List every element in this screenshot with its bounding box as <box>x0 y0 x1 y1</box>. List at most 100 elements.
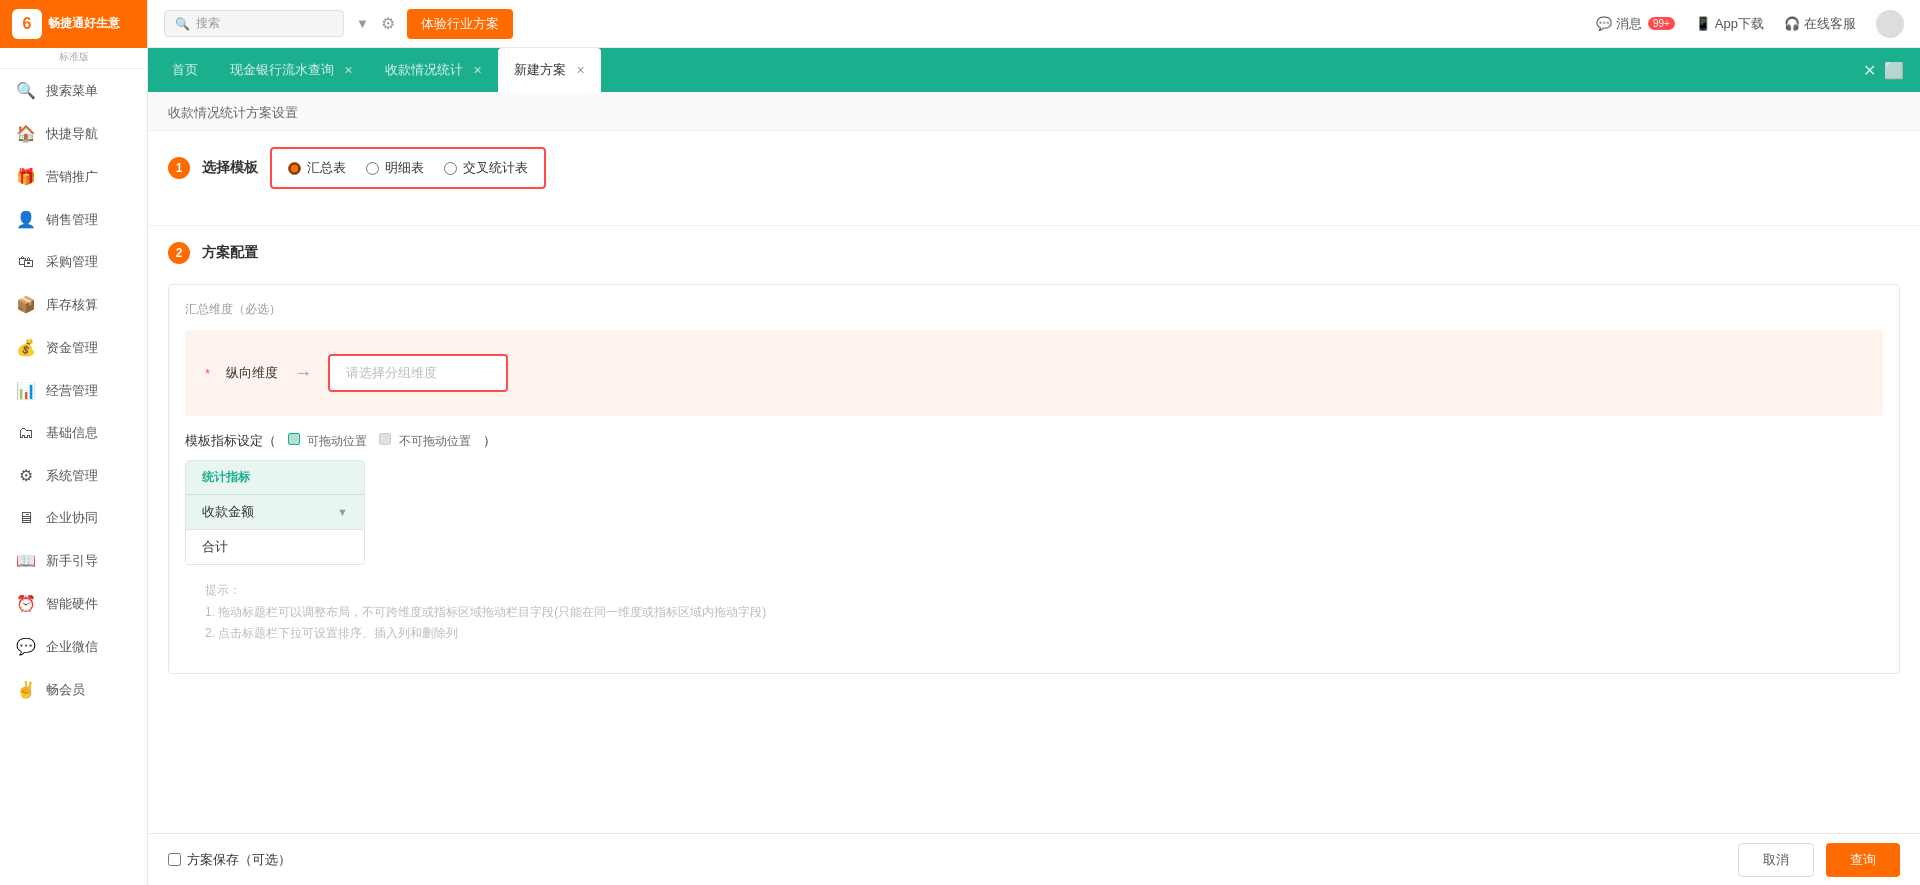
sidebar-item-label: 营销推广 <box>46 168 98 186</box>
fixed-legend-label: 不可拖动位置 <box>399 434 471 448</box>
industry-btn[interactable]: 体验行业方案 <box>407 9 513 39</box>
tab-cashflow[interactable]: 现金银行流水查询 ✕ <box>214 48 369 92</box>
cancel-button[interactable]: 取消 <box>1738 843 1814 877</box>
sidebar-item-label: 系统管理 <box>46 467 98 485</box>
legend-draggable: 可拖动位置 <box>288 433 367 450</box>
notification-label: 消息 <box>1616 15 1642 33</box>
gear-icon: ⚙ <box>16 466 36 485</box>
footer-buttons: 取消 查询 <box>1738 843 1900 877</box>
sidebar-item-member[interactable]: ✌ 畅会员 <box>0 668 147 711</box>
tab-label: 收款情况统计 <box>385 61 463 79</box>
save-checkbox[interactable] <box>168 853 181 866</box>
app-icon: 📱 <box>1695 16 1711 31</box>
sidebar-item-purchase[interactable]: 🛍 采购管理 <box>0 241 147 283</box>
tab-controls: ✕ ⬜ <box>1863 48 1912 92</box>
radio-summary[interactable]: 汇总表 <box>288 159 346 177</box>
metrics-legend: 可拖动位置 不可拖动位置 <box>288 433 471 450</box>
clock-icon: ⏰ <box>16 594 36 613</box>
sidebar-item-guide[interactable]: 📖 新手引导 <box>0 539 147 582</box>
sidebar-item-basic[interactable]: 🗂 基础信息 <box>0 412 147 454</box>
gift-icon: 🎁 <box>16 167 36 186</box>
sidebar-item-label: 资金管理 <box>46 339 98 357</box>
sidebar-item-wechat[interactable]: 💬 企业微信 <box>0 625 147 668</box>
dimension-placeholder: 请选择分组维度 <box>346 365 437 380</box>
radio-cross[interactable]: 交叉统计表 <box>444 159 528 177</box>
search-box[interactable]: 🔍 搜索 <box>164 10 344 37</box>
app-download-btn[interactable]: 📱 App下载 <box>1695 15 1764 33</box>
sidebar-item-label: 销售管理 <box>46 211 98 229</box>
sidebar-item-system[interactable]: ⚙ 系统管理 <box>0 454 147 497</box>
chevron-down-icon[interactable]: ▼ <box>337 506 348 518</box>
settings-icon[interactable]: ⚙ <box>381 14 395 33</box>
sidebar-item-nav[interactable]: 🏠 快捷导航 <box>0 112 147 155</box>
home-icon: 🏠 <box>16 124 36 143</box>
sidebar-item-label: 智能硬件 <box>46 595 98 613</box>
sidebar-item-hardware[interactable]: ⏰ 智能硬件 <box>0 582 147 625</box>
sidebar-item-label: 快捷导航 <box>46 125 98 143</box>
tip-item-1: 1. 拖动标题栏可以调整布局，不可跨维度或指标区域拖动栏目字段(只能在同一维度或… <box>205 602 1863 624</box>
save-option[interactable]: 方案保存（可选） <box>168 851 291 869</box>
query-button[interactable]: 查询 <box>1826 843 1900 877</box>
radio-detail-input[interactable] <box>366 162 379 175</box>
sidebar-edition: 标准版 <box>0 48 147 69</box>
arrow-icon: → <box>294 363 312 384</box>
notification-btn[interactable]: 💬 消息 99+ <box>1596 15 1675 33</box>
tab-new-plan[interactable]: 新建方案 ✕ <box>498 48 601 92</box>
main-area: 🔍 搜索 ▼ ⚙ 体验行业方案 💬 消息 99+ 📱 App下载 🎧 在线客服 <box>148 0 1920 885</box>
close-icon[interactable]: ✕ <box>344 64 353 77</box>
avatar[interactable] <box>1876 10 1904 38</box>
legend-fixed: 不可拖动位置 <box>379 433 470 450</box>
breadcrumb-text: 收款情况统计方案设置 <box>168 105 298 120</box>
sidebar-item-marketing[interactable]: 🎁 营销推广 <box>0 155 147 198</box>
sidebar-item-label: 畅会员 <box>46 681 85 699</box>
member-icon: ✌ <box>16 680 36 699</box>
metrics-subtotal: 合计 <box>186 529 364 564</box>
footer: 方案保存（可选） 取消 查询 <box>148 833 1920 885</box>
close-icon[interactable]: ✕ <box>473 64 482 77</box>
tab-label: 首页 <box>172 61 198 79</box>
breadcrumb: 收款情况统计方案设置 <box>148 92 1920 131</box>
maximize-icon[interactable]: ⬜ <box>1884 61 1904 80</box>
step1-label: 选择模板 <box>202 159 258 177</box>
close-icon[interactable]: ✕ <box>576 64 585 77</box>
close-window-icon[interactable]: ✕ <box>1863 61 1876 80</box>
sidebar-item-label: 企业微信 <box>46 638 98 656</box>
monitor-icon: 🖥 <box>16 509 36 527</box>
tip-title: 提示： <box>205 580 1863 602</box>
draggable-legend-label: 可拖动位置 <box>307 434 367 448</box>
vertical-label: 纵向维度 <box>226 364 278 382</box>
tab-receipt-stats[interactable]: 收款情况统计 ✕ <box>369 48 498 92</box>
step2-label: 方案配置 <box>202 244 258 262</box>
online-service-label: 在线客服 <box>1804 15 1856 33</box>
sidebar-item-sales[interactable]: 👤 销售管理 <box>0 198 147 241</box>
sidebar-item-label: 企业协同 <box>46 509 98 527</box>
radio-cross-input[interactable] <box>444 162 457 175</box>
logo-icon: 6 <box>12 9 42 39</box>
tip-item-2: 2. 点击标题栏下拉可设置排序、插入列和删除列 <box>205 623 1863 645</box>
notification-icon: 💬 <box>1596 16 1612 31</box>
tab-label: 新建方案 <box>514 61 566 79</box>
dimension-select[interactable]: 请选择分组维度 <box>328 354 508 392</box>
sidebar-item-search[interactable]: 🔍 搜索菜单 <box>0 69 147 112</box>
bag-icon: 🛍 <box>16 253 36 271</box>
radio-detail[interactable]: 明细表 <box>366 159 424 177</box>
topbar-arrow[interactable]: ▼ <box>356 16 369 31</box>
sidebar-item-corp[interactable]: 🖥 企业协同 <box>0 497 147 539</box>
sidebar-item-operation[interactable]: 📊 经营管理 <box>0 369 147 412</box>
tab-home[interactable]: 首页 <box>156 48 214 92</box>
metrics-table-row[interactable]: 收款金额 ▼ <box>186 494 364 529</box>
chat-icon: 💬 <box>16 637 36 656</box>
tips-section: 提示： 1. 拖动标题栏可以调整布局，不可跨维度或指标区域拖动栏目字段(只能在同… <box>185 568 1883 657</box>
sidebar-logo: 6 畅捷通好生意 <box>0 0 147 48</box>
user-icon: 👤 <box>16 210 36 229</box>
chart-icon: 📊 <box>16 381 36 400</box>
sidebar-item-inventory[interactable]: 📦 库存核算 <box>0 283 147 326</box>
online-service-btn[interactable]: 🎧 在线客服 <box>1784 15 1856 33</box>
sidebar: 6 畅捷通好生意 标准版 🔍 搜索菜单 🏠 快捷导航 🎁 营销推广 👤 销售管理… <box>0 0 148 885</box>
tabbar: 首页 现金银行流水查询 ✕ 收款情况统计 ✕ 新建方案 ✕ ✕ ⬜ <box>148 48 1920 92</box>
template-select-box: 汇总表 明细表 交叉统计表 <box>270 147 546 189</box>
radio-detail-label: 明细表 <box>385 159 424 177</box>
sidebar-item-finance[interactable]: 💰 资金管理 <box>0 326 147 369</box>
metric-row-label: 收款金额 <box>202 503 254 521</box>
radio-summary-input[interactable] <box>288 162 301 175</box>
